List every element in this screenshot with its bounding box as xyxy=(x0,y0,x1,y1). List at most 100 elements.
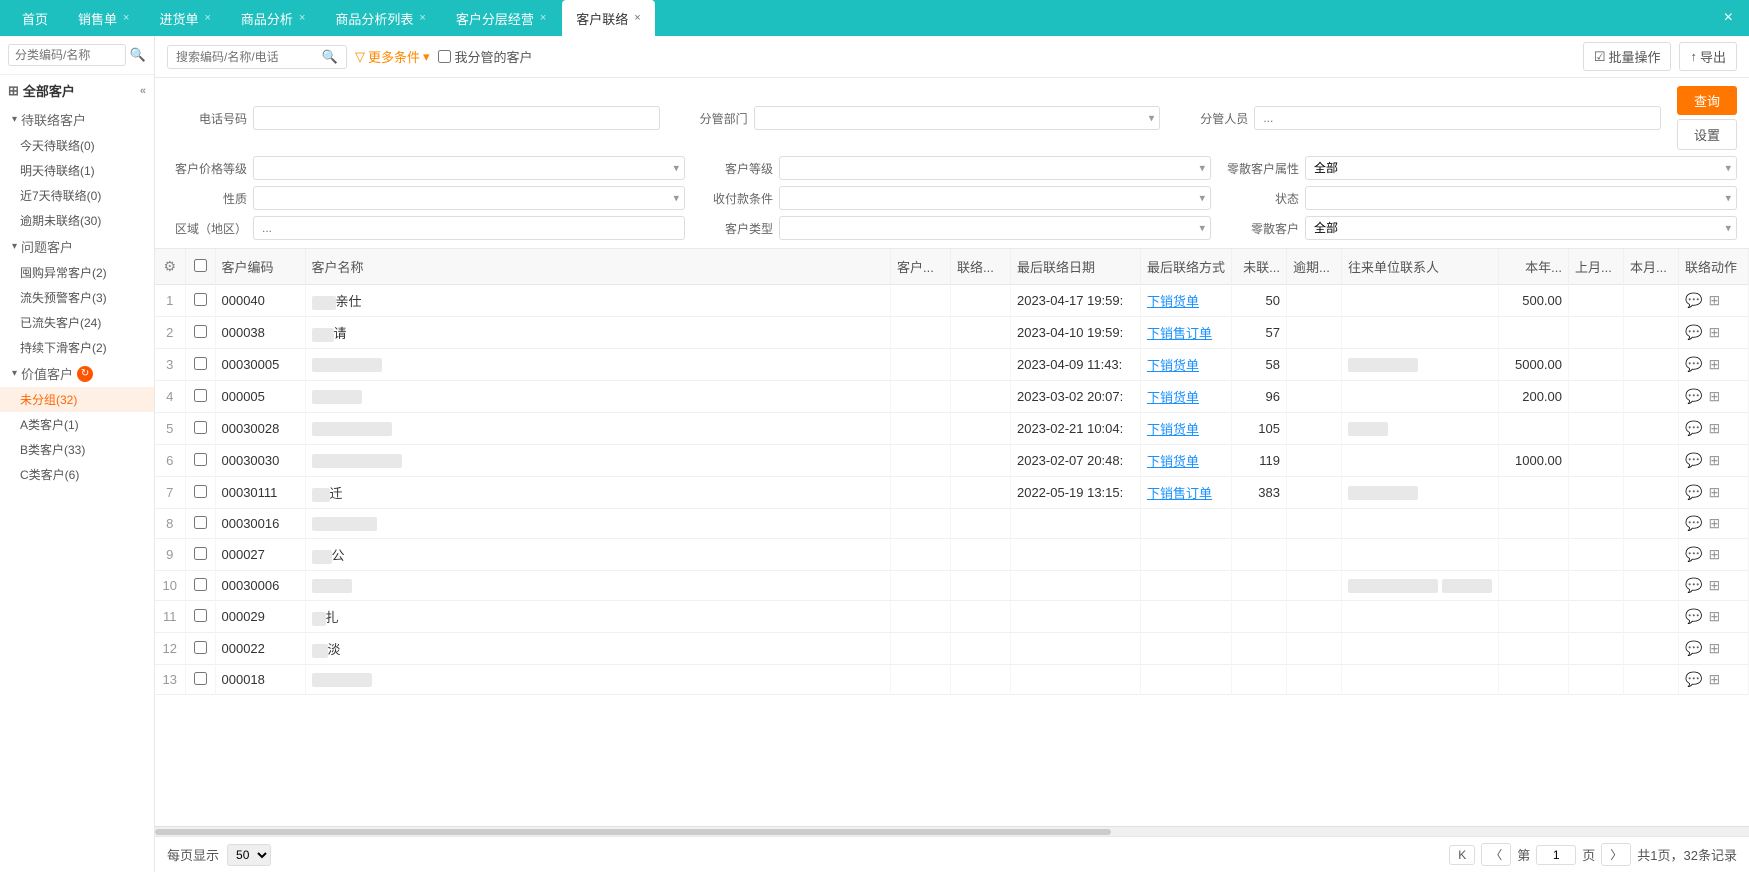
close-icon[interactable]: × xyxy=(204,12,210,24)
grid-action-icon[interactable]: ⊞ xyxy=(1708,356,1720,373)
close-icon[interactable]: × xyxy=(540,12,546,24)
message-icon[interactable]: 💬 xyxy=(1685,388,1702,405)
nav-customer-contact[interactable]: 客户联络 × xyxy=(562,0,654,36)
row-checkbox[interactable] xyxy=(194,357,207,370)
last-way-link[interactable]: 下销货单 xyxy=(1147,358,1199,373)
row-checkbox-cell[interactable] xyxy=(185,539,215,571)
last-way-link[interactable]: 下销货单 xyxy=(1147,454,1199,469)
sidebar-item-ungroup[interactable]: 未分组(32) xyxy=(0,387,154,412)
select-all-checkbox[interactable] xyxy=(194,259,207,272)
sidebar-item-c-class[interactable]: C类客户(6) xyxy=(0,462,154,487)
sidebar-item-tomorrow-pending[interactable]: 明天待联络(1) xyxy=(0,158,154,183)
message-icon[interactable]: 💬 xyxy=(1685,515,1702,532)
pending-group-header[interactable]: ▾ 待联络客户 xyxy=(0,106,154,133)
horizontal-scrollbar[interactable] xyxy=(155,826,1749,836)
sidebar-search-icon[interactable]: 🔍 xyxy=(130,47,146,63)
filter-customer-grade-select[interactable] xyxy=(779,156,1211,180)
nav-purchase[interactable]: 进货单 × xyxy=(145,0,224,36)
sidebar-item-declining[interactable]: 持续下滑客户(2) xyxy=(0,335,154,360)
row-checkbox[interactable] xyxy=(194,421,207,434)
last-way-link[interactable]: 下销货单 xyxy=(1147,294,1199,309)
row-checkbox[interactable] xyxy=(194,516,207,529)
page-number-input[interactable] xyxy=(1536,845,1576,865)
message-icon[interactable]: 💬 xyxy=(1685,292,1702,309)
row-checkbox[interactable] xyxy=(194,293,207,306)
grid-action-icon[interactable]: ⊞ xyxy=(1708,484,1720,501)
close-all-button[interactable]: × xyxy=(1716,9,1741,27)
message-icon[interactable]: 💬 xyxy=(1685,608,1702,625)
sidebar-item-b-class[interactable]: B类客户(33) xyxy=(0,437,154,462)
more-filters-button[interactable]: ▽ 更多条件 ▾ xyxy=(355,47,430,66)
filter-scatter-select[interactable]: 全部 xyxy=(1305,216,1737,240)
grid-action-icon[interactable]: ⊞ xyxy=(1708,515,1720,532)
grid-action-icon[interactable]: ⊞ xyxy=(1708,608,1720,625)
grid-action-icon[interactable]: ⊞ xyxy=(1708,388,1720,405)
sidebar-item-churn-warning[interactable]: 流失预警客户(3) xyxy=(0,285,154,310)
filter-scatter-attr-select[interactable]: 全部 xyxy=(1305,156,1737,180)
row-checkbox-cell[interactable] xyxy=(185,445,215,477)
last-way-link[interactable]: 下销售订单 xyxy=(1147,486,1212,501)
filter-price-grade-select[interactable] xyxy=(253,156,685,180)
row-checkbox-cell[interactable] xyxy=(185,571,215,601)
grid-action-icon[interactable]: ⊞ xyxy=(1708,546,1720,563)
message-icon[interactable]: 💬 xyxy=(1685,452,1702,469)
reset-button[interactable]: 设置 xyxy=(1677,119,1737,150)
search-button[interactable]: 查询 xyxy=(1677,86,1737,115)
settings-col-header[interactable]: ⚙ xyxy=(155,249,185,285)
row-checkbox[interactable] xyxy=(194,453,207,466)
message-icon[interactable]: 💬 xyxy=(1685,546,1702,563)
score-group-header[interactable]: ▾ 价值客户 ↻ xyxy=(0,360,154,387)
filter-phone-input[interactable] xyxy=(253,106,660,130)
row-checkbox[interactable] xyxy=(194,578,207,591)
message-icon[interactable]: 💬 xyxy=(1685,324,1702,341)
sidebar-item-churned[interactable]: 已流失客户(24) xyxy=(0,310,154,335)
gear-icon[interactable]: ⚙ xyxy=(163,258,176,274)
grid-action-icon[interactable]: ⊞ xyxy=(1708,640,1720,657)
filter-dept-select[interactable] xyxy=(754,106,1161,130)
row-checkbox[interactable] xyxy=(194,325,207,338)
filter-customer-type-select[interactable] xyxy=(779,216,1211,240)
nav-customer-tier[interactable]: 客户分层经营 × xyxy=(442,0,560,36)
filter-nature-select[interactable] xyxy=(253,186,685,210)
row-checkbox-cell[interactable] xyxy=(185,381,215,413)
nav-home[interactable]: 首页 xyxy=(8,0,62,36)
row-checkbox[interactable] xyxy=(194,641,207,654)
problem-group-header[interactable]: ▾ 问题客户 xyxy=(0,233,154,260)
grid-action-icon[interactable]: ⊞ xyxy=(1708,452,1720,469)
grid-action-icon[interactable]: ⊞ xyxy=(1708,577,1720,594)
nav-product-analysis[interactable]: 商品分析 × xyxy=(227,0,319,36)
message-icon[interactable]: 💬 xyxy=(1685,577,1702,594)
message-icon[interactable]: 💬 xyxy=(1685,640,1702,657)
row-checkbox[interactable] xyxy=(194,389,207,402)
search-input[interactable] xyxy=(176,50,322,64)
per-page-select[interactable]: 50 xyxy=(227,844,271,866)
grid-action-icon[interactable]: ⊞ xyxy=(1708,324,1720,341)
close-icon[interactable]: × xyxy=(419,12,425,24)
all-customers-header[interactable]: ⊞ 全部客户 « xyxy=(0,75,154,106)
row-checkbox[interactable] xyxy=(194,609,207,622)
batch-op-button[interactable]: ☑ 批量操作 xyxy=(1583,42,1672,71)
sidebar-item-overdue-pending[interactable]: 逾期未联络(30) xyxy=(0,208,154,233)
message-icon[interactable]: 💬 xyxy=(1685,420,1702,437)
my-customers-check[interactable] xyxy=(438,50,451,63)
nav-product-list[interactable]: 商品分析列表 × xyxy=(321,0,439,36)
row-checkbox-cell[interactable] xyxy=(185,509,215,539)
row-checkbox-cell[interactable] xyxy=(185,317,215,349)
filter-manager-input[interactable] xyxy=(1254,106,1661,130)
grid-action-icon[interactable]: ⊞ xyxy=(1708,292,1720,309)
search-icon[interactable]: 🔍 xyxy=(322,49,338,65)
sidebar-item-hoarding-abnormal[interactable]: 囤购异常客户(2) xyxy=(0,260,154,285)
row-checkbox-cell[interactable] xyxy=(185,349,215,381)
last-way-link[interactable]: 下销货单 xyxy=(1147,390,1199,405)
export-button[interactable]: ↑ 导出 xyxy=(1679,42,1737,71)
row-checkbox-cell[interactable] xyxy=(185,413,215,445)
sidebar-item-7days-pending[interactable]: 近7天待联络(0) xyxy=(0,183,154,208)
message-icon[interactable]: 💬 xyxy=(1685,484,1702,501)
message-icon[interactable]: 💬 xyxy=(1685,356,1702,373)
message-icon[interactable]: 💬 xyxy=(1685,671,1702,688)
select-all-col[interactable] xyxy=(185,249,215,285)
row-checkbox-cell[interactable] xyxy=(185,285,215,317)
prev-page-button[interactable]: 〈 xyxy=(1481,843,1511,866)
collapse-icon[interactable]: « xyxy=(140,85,146,97)
row-checkbox[interactable] xyxy=(194,672,207,685)
